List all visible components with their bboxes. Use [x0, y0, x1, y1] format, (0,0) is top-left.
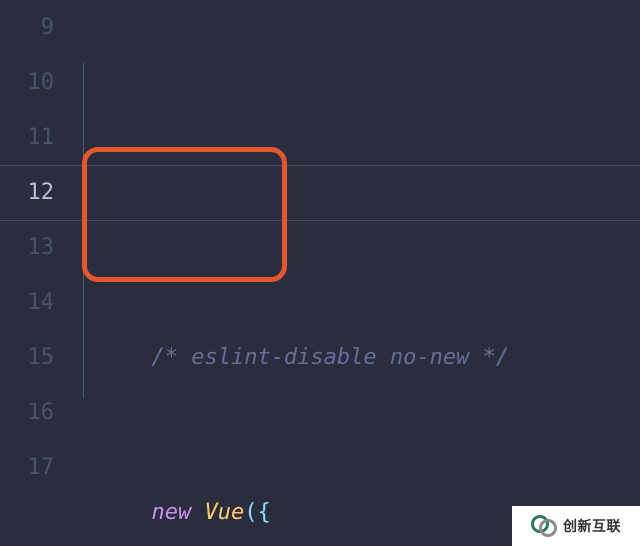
current-line-border-top [0, 165, 640, 166]
watermark-icon [531, 513, 557, 539]
indent-guide [83, 63, 84, 398]
line-number-gutter: 9 10 11 12 13 14 15 16 17 [0, 0, 72, 546]
comment-token: /* eslint-disable no-new */ [151, 345, 509, 370]
watermark-logo: 创新互联 [512, 506, 640, 546]
code-editor: 9 10 11 12 13 14 15 16 17 /* eslint-disa… [0, 0, 640, 546]
current-line-border-bottom [0, 220, 640, 221]
line-number: 14 [0, 275, 54, 330]
code-line: new Vue({ [72, 430, 640, 485]
code-area[interactable]: /* eslint-disable no-new */ new Vue({ el… [72, 0, 640, 546]
punct-token: ({ [244, 500, 271, 525]
line-number: 9 [0, 0, 54, 55]
line-number-current: 12 [0, 165, 54, 220]
line-number: 17 [0, 440, 54, 495]
class-token: Vue [204, 500, 244, 525]
code-line: /* eslint-disable no-new */ [72, 275, 640, 330]
keyword-token: new [151, 500, 191, 525]
line-number: 11 [0, 110, 54, 165]
watermark-text: 创新互联 [563, 516, 621, 536]
line-number: 16 [0, 385, 54, 440]
line-number: 15 [0, 330, 54, 385]
line-number: 10 [0, 55, 54, 110]
whitespace [191, 500, 204, 525]
line-number: 13 [0, 220, 54, 275]
